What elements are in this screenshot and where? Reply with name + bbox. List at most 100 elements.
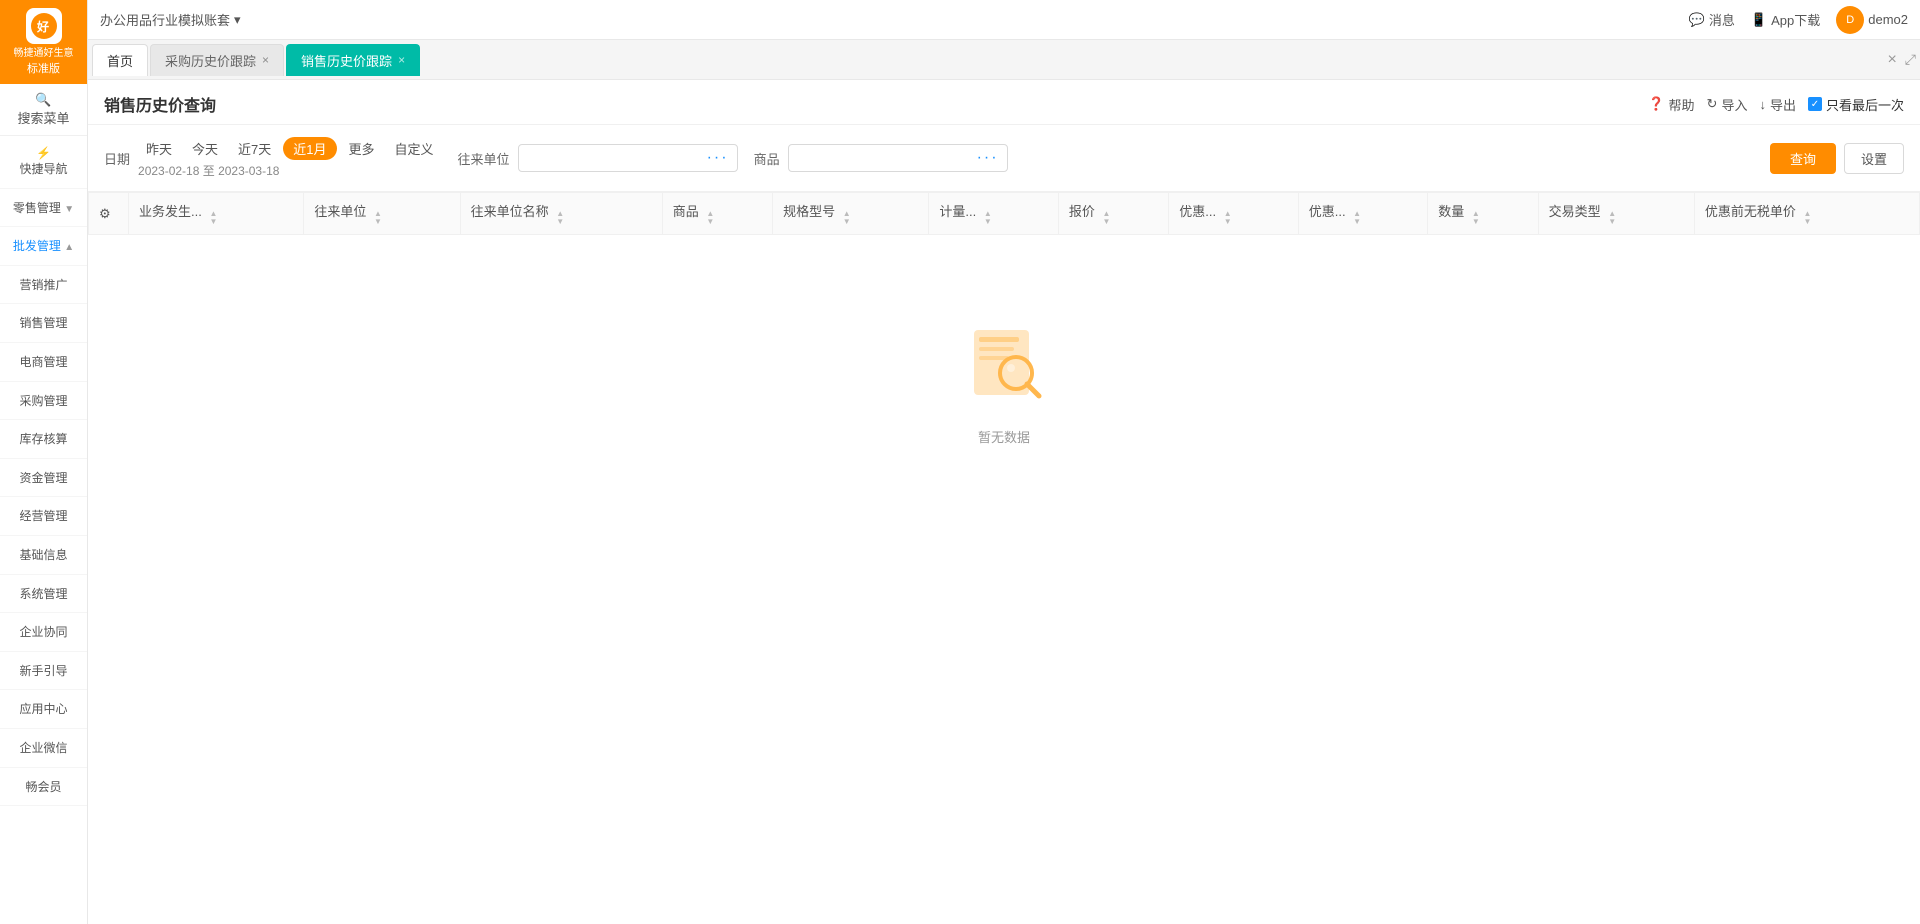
query-button[interactable]: 查询: [1770, 143, 1836, 174]
sidebar-item-marketing[interactable]: 营销推广: [0, 266, 87, 305]
tab-home[interactable]: 首页: [92, 44, 148, 76]
table-header-settings[interactable]: ⚙: [89, 193, 129, 235]
sidebar-item-inventory[interactable]: 库存核算: [0, 420, 87, 459]
logo-text: 标准版: [27, 60, 60, 76]
table-header-pre-tax[interactable]: 优惠前无税单价 ▲▼: [1694, 193, 1919, 235]
window-expand-button[interactable]: ⤢: [1905, 51, 1916, 68]
table-header-qty[interactable]: 数量 ▲▼: [1428, 193, 1538, 235]
sidebar-item-sales[interactable]: 销售管理: [0, 304, 87, 343]
table-header-product[interactable]: 商品 ▲▼: [662, 193, 772, 235]
export-button[interactable]: ↓ 导出: [1759, 95, 1796, 114]
tab-home-label: 首页: [107, 51, 133, 70]
sidebar-item-wholesale[interactable]: 批发管理 ▲: [0, 227, 87, 266]
table-header-partner-code[interactable]: 往来单位 ▲▼: [304, 193, 460, 235]
sort-icon-product: ▲▼: [706, 210, 714, 226]
empty-text: 暂无数据: [978, 427, 1030, 446]
date-options: 昨天 今天 近7天 近1月 更多 自定义: [138, 137, 442, 160]
svg-text:好: 好: [36, 19, 49, 34]
date-1month[interactable]: 近1月: [283, 137, 336, 160]
table-header-biz-date[interactable]: 业务发生... ▲▼: [129, 193, 304, 235]
date-filter-group: 日期 昨天 今天 近7天 近1月 更多 自定义 2023-02-18 至 202…: [104, 137, 442, 179]
sort-icon-discount1: ▲▼: [1224, 210, 1232, 226]
quicknav-icon: ⚡: [4, 146, 83, 160]
table-header-partner-name[interactable]: 往来单位名称 ▲▼: [460, 193, 662, 235]
user-name: demo2: [1868, 12, 1908, 27]
date-more[interactable]: 更多: [341, 137, 383, 160]
page-header: 销售历史价查询 ❓ 帮助 ↻ 导入 ↓ 导出 只看最后一次: [88, 80, 1920, 125]
table-header-unit[interactable]: 计量... ▲▼: [929, 193, 1058, 235]
quicknav-label: 快捷导航: [4, 162, 83, 178]
import-button[interactable]: ↻ 导入: [1707, 95, 1748, 114]
gear-icon: ⚙: [99, 206, 111, 221]
tab-purchase-history[interactable]: 采购历史价跟踪 ×: [150, 44, 284, 76]
logo[interactable]: 好 畅捷通好生意 标准版: [0, 0, 87, 84]
table-header-quote[interactable]: 报价 ▲▼: [1058, 193, 1168, 235]
empty-illustration: [954, 315, 1054, 415]
sidebar-item-apps[interactable]: 应用中心: [0, 690, 87, 729]
only-last-label: 只看最后一次: [1826, 95, 1904, 114]
sidebar-item-operation[interactable]: 经营管理: [0, 497, 87, 536]
table-header-tx-type[interactable]: 交易类型 ▲▼: [1538, 193, 1694, 235]
logo-subtitle: 畅捷通好生意: [14, 48, 74, 60]
sort-icon-quote: ▲▼: [1102, 210, 1110, 226]
app-download-button[interactable]: 📱 App下载: [1751, 10, 1820, 29]
sidebar-item-ecom[interactable]: 电商管理: [0, 343, 87, 382]
sidebar-item-finance[interactable]: 资金管理: [0, 459, 87, 498]
chevron-down-icon: ▾: [234, 12, 241, 28]
window-close-button[interactable]: ×: [1887, 51, 1896, 69]
settings-button[interactable]: 设置: [1844, 143, 1904, 174]
sidebar: 好 畅捷通好生意 标准版 🔍 搜索菜单 ⚡ 快捷导航 零售管理 ▼ 批发管理 ▲…: [0, 0, 88, 924]
message-icon: 💬: [1689, 12, 1705, 28]
table-header-discount1[interactable]: 优惠... ▲▼: [1169, 193, 1298, 235]
product-filter-group: 商品 ···: [754, 144, 1008, 172]
message-button[interactable]: 💬 消息: [1689, 10, 1735, 29]
partner-input[interactable]: ···: [518, 144, 738, 172]
sidebar-item-member[interactable]: 畅会员: [0, 768, 87, 807]
tab-purchase-close[interactable]: ×: [262, 53, 269, 67]
tab-sales-history[interactable]: 销售历史价跟踪 ×: [286, 44, 420, 76]
account-name: 办公用品行业模拟账套: [100, 10, 230, 29]
download-icon: 📱: [1751, 12, 1767, 28]
sidebar-search[interactable]: 🔍 搜索菜单: [0, 84, 87, 136]
user-avatar-button[interactable]: D demo2: [1836, 6, 1908, 34]
date-today[interactable]: 今天: [184, 137, 226, 160]
main-content: 办公用品行业模拟账套 ▾ 💬 消息 📱 App下载 D demo2 首页 采购历…: [88, 0, 1920, 924]
export-label: 导出: [1770, 95, 1796, 114]
search-icon: 🔍: [6, 92, 81, 108]
message-label: 消息: [1709, 10, 1735, 29]
product-input[interactable]: ···: [788, 144, 1008, 172]
tab-purchase-label: 采购历史价跟踪: [165, 51, 256, 70]
partner-filter-group: 往来单位 ···: [458, 144, 738, 172]
help-button[interactable]: ❓ 帮助: [1648, 95, 1694, 114]
table-header-discount2[interactable]: 优惠... ▲▼: [1298, 193, 1427, 235]
sidebar-search-label: 搜索菜单: [6, 108, 81, 127]
sidebar-item-guide[interactable]: 新手引导: [0, 652, 87, 691]
help-label: 帮助: [1669, 95, 1695, 114]
sidebar-item-retail[interactable]: 零售管理 ▼: [0, 189, 87, 228]
account-selector[interactable]: 办公用品行业模拟账套 ▾: [100, 10, 241, 29]
sort-icon-pre-tax: ▲▼: [1803, 210, 1811, 226]
table-header-spec[interactable]: 规格型号 ▲▼: [773, 193, 929, 235]
product-ellipsis-icon: ···: [977, 149, 999, 167]
import-icon: ↻: [1707, 96, 1718, 112]
filter-buttons: 查询 设置: [1770, 143, 1904, 174]
sidebar-item-system[interactable]: 系统管理: [0, 575, 87, 614]
tab-sales-close[interactable]: ×: [398, 53, 405, 67]
sidebar-item-collab[interactable]: 企业协同: [0, 613, 87, 652]
date-custom[interactable]: 自定义: [387, 137, 442, 160]
sort-icon-tx-type: ▲▼: [1608, 210, 1616, 226]
date-7days[interactable]: 近7天: [230, 137, 279, 160]
topbar-right: 💬 消息 📱 App下载 D demo2: [1689, 6, 1908, 34]
sort-icon-biz-date: ▲▼: [209, 210, 217, 226]
table-container: ⚙ 业务发生... ▲▼ 往来单位 ▲▼ 往来单位名称 ▲▼: [88, 192, 1920, 924]
sort-icon-partner-name: ▲▼: [556, 210, 564, 226]
sidebar-item-basic[interactable]: 基础信息: [0, 536, 87, 575]
topbar: 办公用品行业模拟账套 ▾ 💬 消息 📱 App下载 D demo2: [88, 0, 1920, 40]
date-range-text: 2023-02-18 至 2023-03-18: [138, 162, 442, 179]
sidebar-item-purchase[interactable]: 采购管理: [0, 382, 87, 421]
sidebar-item-quicknav[interactable]: ⚡ 快捷导航: [0, 136, 87, 189]
page-title: 销售历史价查询: [104, 92, 216, 116]
sidebar-item-wechat[interactable]: 企业微信: [0, 729, 87, 768]
only-last-checkbox[interactable]: 只看最后一次: [1808, 95, 1904, 114]
date-yesterday[interactable]: 昨天: [138, 137, 180, 160]
